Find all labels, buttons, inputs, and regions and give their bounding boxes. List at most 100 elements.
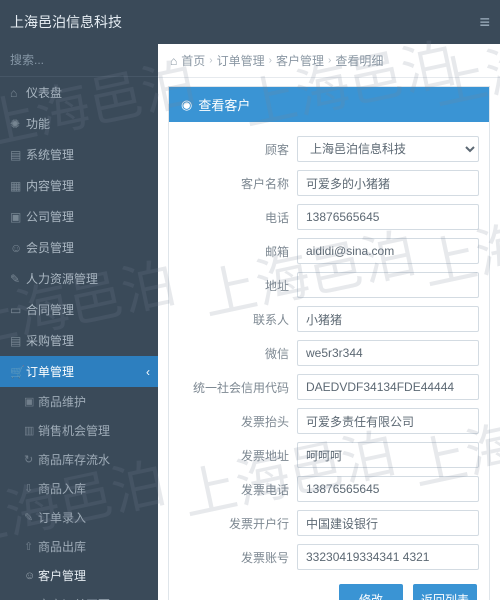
cart-icon: 🛒: [10, 365, 26, 379]
label-tel: 电话: [179, 209, 289, 226]
breadcrumb: ⌂ 首页 › 订单管理 › 客户管理 › 查看明细: [158, 44, 500, 78]
content-icon: ▦: [10, 179, 26, 193]
panel-body: 顾客 上海邑泊信息科技 客户名称 电话 邮箱 地址 联系人: [169, 122, 489, 600]
input-bank[interactable]: [297, 510, 479, 536]
nav-label: 采购管理: [26, 332, 74, 349]
panel-icon: ◉: [181, 97, 192, 113]
input-wx[interactable]: [297, 340, 479, 366]
back-button[interactable]: 返回列表: [413, 584, 477, 600]
sub-label: 订单录入: [38, 509, 86, 526]
nav-label: 仪表盘: [26, 84, 62, 101]
nav-hr[interactable]: ✎ 人力资源管理: [0, 263, 158, 294]
input-fp-tt[interactable]: [297, 408, 479, 434]
sales-icon: ▥: [24, 424, 38, 437]
in-icon: ⇩: [24, 482, 38, 495]
crumb-b1[interactable]: 订单管理: [217, 52, 265, 69]
label-code: 统一社会信用代码: [179, 379, 289, 396]
dashboard-icon: ⌂: [10, 86, 26, 100]
label-customer: 顾客: [179, 141, 289, 158]
edit-button[interactable]: 修改: [339, 584, 403, 600]
label-fp-tel: 发票电话: [179, 481, 289, 498]
nav-label: 内容管理: [26, 177, 74, 194]
sidebar-search[interactable]: 🔍: [0, 44, 158, 77]
label-fp-addr: 发票地址: [179, 447, 289, 464]
sub-label: 客户订单开票: [38, 596, 110, 600]
out-icon: ⇧: [24, 540, 38, 553]
customer-panel: ◉ 查看客户 顾客 上海邑泊信息科技 客户名称 电话 邮箱 地址: [168, 86, 490, 600]
nav-label: 人力资源管理: [26, 270, 98, 287]
entry-icon: ✎: [24, 511, 38, 524]
flow-icon: ↻: [24, 453, 38, 466]
input-tel[interactable]: [297, 204, 479, 230]
customer-icon: ☺: [24, 570, 38, 582]
label-contact: 联系人: [179, 311, 289, 328]
nav-content[interactable]: ▦ 内容管理: [0, 170, 158, 201]
nav-label: 功能: [26, 115, 50, 132]
purchase-icon: ▤: [10, 334, 26, 348]
crumb-home[interactable]: 首页: [181, 52, 205, 69]
crumb-b3: 查看明细: [335, 52, 383, 69]
sub-label: 客户管理: [38, 567, 86, 584]
crumb-b2[interactable]: 客户管理: [276, 52, 324, 69]
nav-purchase[interactable]: ▤ 采购管理: [0, 325, 158, 356]
company-icon: ▣: [10, 210, 26, 224]
topbar: 上海邑泊信息科技 ≡: [0, 0, 500, 44]
sub-product[interactable]: ▣商品维护: [0, 387, 158, 416]
home-icon[interactable]: ⌂: [170, 54, 177, 68]
label-wx: 微信: [179, 345, 289, 362]
panel-header: ◉ 查看客户: [169, 87, 489, 122]
sub-stockflow[interactable]: ↻商品库存流水: [0, 445, 158, 474]
sub-sales[interactable]: ▥销售机会管理: [0, 416, 158, 445]
product-icon: ▣: [24, 395, 38, 408]
nav-label: 公司管理: [26, 208, 74, 225]
crumb-sep-icon: ›: [209, 55, 212, 66]
input-acct[interactable]: [297, 544, 479, 570]
hr-icon: ✎: [10, 272, 26, 286]
sub-stockin[interactable]: ⇩商品入库: [0, 474, 158, 503]
sub-customer[interactable]: ☺客户管理: [0, 561, 158, 590]
label-fp-tt: 发票抬头: [179, 413, 289, 430]
nav-system[interactable]: ▤ 系统管理: [0, 139, 158, 170]
contract-icon: ▭: [10, 303, 26, 317]
input-name[interactable]: [297, 170, 479, 196]
nav-dashboard[interactable]: ⌂ 仪表盘: [0, 77, 158, 108]
brand-title: 上海邑泊信息科技: [10, 12, 122, 32]
select-customer[interactable]: 上海邑泊信息科技: [297, 136, 479, 162]
sub-label: 商品维护: [38, 393, 86, 410]
nav-member[interactable]: ☺ 会员管理: [0, 232, 158, 263]
input-contact[interactable]: [297, 306, 479, 332]
sub-label: 商品库存流水: [38, 451, 110, 468]
sidebar: 🔍 ⌂ 仪表盘 ✺ 功能 ▤ 系统管理 ▦ 内容管理 ▣ 公司管理 ☺ 会员管理…: [0, 44, 158, 600]
label-bank: 发票开户行: [179, 515, 289, 532]
input-code[interactable]: [297, 374, 479, 400]
nav-label: 会员管理: [26, 239, 74, 256]
crumb-sep-icon: ›: [328, 55, 331, 66]
sub-stockout[interactable]: ⇧商品出库: [0, 532, 158, 561]
label-acct: 发票账号: [179, 549, 289, 566]
nav-label: 系统管理: [26, 146, 74, 163]
nav-company[interactable]: ▣ 公司管理: [0, 201, 158, 232]
sidebar-nav: ⌂ 仪表盘 ✺ 功能 ▤ 系统管理 ▦ 内容管理 ▣ 公司管理 ☺ 会员管理 ✎…: [0, 77, 158, 387]
label-addr: 地址: [179, 277, 289, 294]
menu-toggle-icon[interactable]: ≡: [479, 12, 490, 33]
nav-contract[interactable]: ▭ 合同管理: [0, 294, 158, 325]
sub-label: 商品出库: [38, 538, 86, 555]
nav-functions[interactable]: ✺ 功能: [0, 108, 158, 139]
input-mail[interactable]: [297, 238, 479, 264]
input-addr[interactable]: [297, 272, 479, 298]
sub-invoice[interactable]: ▤客户订单开票: [0, 590, 158, 600]
nav-label: 订单管理: [26, 363, 74, 380]
nav-order[interactable]: 🛒 订单管理: [0, 356, 158, 387]
panel-title: 查看客户: [198, 95, 250, 114]
sub-orderentry[interactable]: ✎订单录入: [0, 503, 158, 532]
crumb-sep-icon: ›: [269, 55, 272, 66]
input-fp-tel[interactable]: [297, 476, 479, 502]
input-fp-addr[interactable]: [297, 442, 479, 468]
nav-label: 合同管理: [26, 301, 74, 318]
gear-icon: ✺: [10, 117, 26, 131]
label-mail: 邮箱: [179, 243, 289, 260]
member-icon: ☺: [10, 241, 26, 255]
sidebar-submenu: ▣商品维护 ▥销售机会管理 ↻商品库存流水 ⇩商品入库 ✎订单录入 ⇧商品出库 …: [0, 387, 158, 600]
sub-label: 商品入库: [38, 480, 86, 497]
search-input[interactable]: [10, 53, 158, 67]
